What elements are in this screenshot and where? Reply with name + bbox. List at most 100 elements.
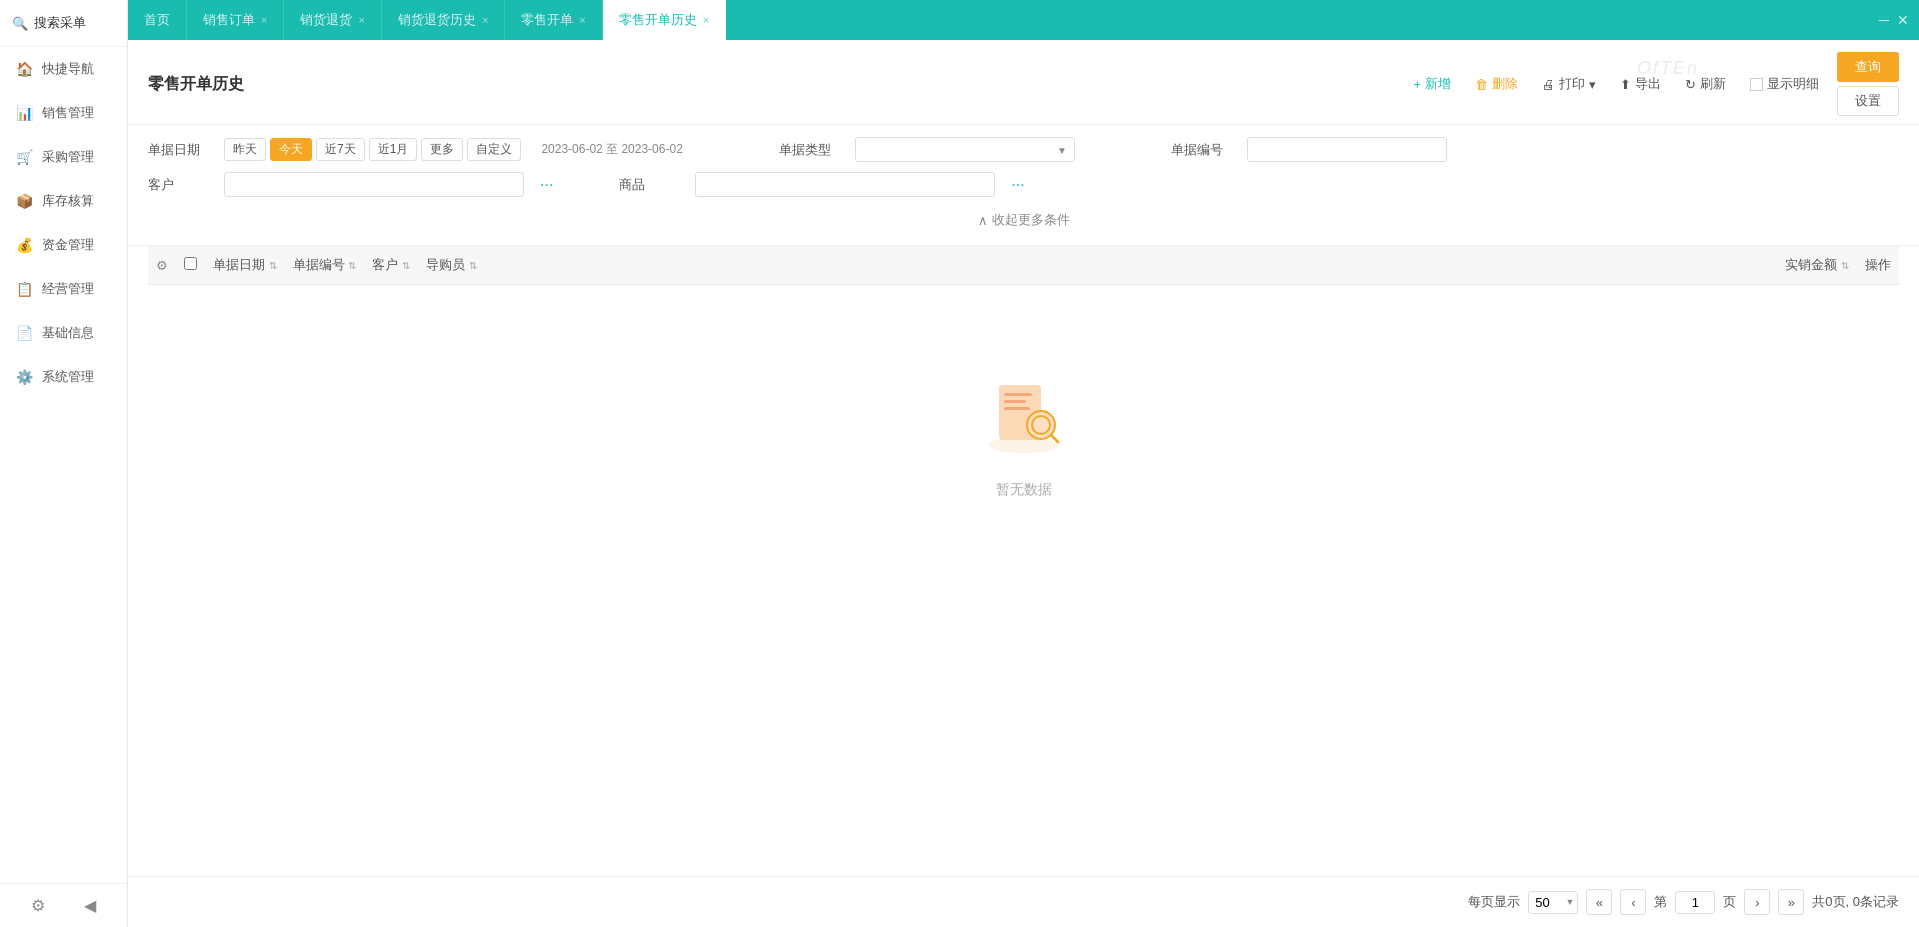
empty-state-icon bbox=[974, 365, 1074, 465]
sort-doc-no-icon[interactable]: ⇅ bbox=[348, 260, 356, 271]
display-label: 显示明细 bbox=[1767, 75, 1819, 93]
tab-retail-open-close[interactable]: × bbox=[579, 14, 585, 26]
date-btn-more[interactable]: 更多 bbox=[421, 138, 463, 161]
th-customer-label: 客户 bbox=[372, 257, 398, 272]
print-icon: 🖨 bbox=[1542, 77, 1555, 92]
tab-close-icon[interactable]: ✕ bbox=[1897, 12, 1909, 28]
th-spacer bbox=[485, 246, 1778, 285]
add-icon: + bbox=[1413, 77, 1421, 92]
main-area: 首页 销售订单 × 销货退货 × 销货退货历史 × 零售开单 × 零售开单历史 … bbox=[128, 0, 1919, 927]
export-label: 导出 bbox=[1635, 75, 1661, 93]
goods-input[interactable] bbox=[695, 172, 995, 197]
tab-retail-open-history-close[interactable]: × bbox=[703, 14, 709, 26]
pagination: 每页显示 10 20 50 100 « ‹ 第 1 页 › » 共0页, 0条记… bbox=[128, 876, 1919, 927]
tab-sales-return-history-close[interactable]: × bbox=[482, 14, 488, 26]
clipboard-icon: 📋 bbox=[14, 279, 34, 299]
settings-button[interactable]: ⚙ bbox=[31, 896, 45, 915]
date-btn-7days[interactable]: 近7天 bbox=[316, 138, 365, 161]
date-btn-today[interactable]: 今天 bbox=[270, 138, 312, 161]
doc-icon: 📄 bbox=[14, 323, 34, 343]
next-page-button[interactable]: › bbox=[1744, 889, 1770, 915]
sidebar-search[interactable]: 🔍 搜索采单 bbox=[0, 0, 127, 47]
tab-sales-order[interactable]: 销售订单 × bbox=[187, 0, 284, 40]
tab-bar: 首页 销售订单 × 销货退货 × 销货退货历史 × 零售开单 × 零售开单历史 … bbox=[128, 0, 1919, 40]
sidebar-item-finance[interactable]: 💰 资金管理 bbox=[0, 223, 127, 267]
th-salesperson-label: 导购员 bbox=[426, 257, 465, 272]
sidebar-item-inventory[interactable]: 📦 库存核算 bbox=[0, 179, 127, 223]
sidebar-item-label: 基础信息 bbox=[42, 324, 94, 342]
tab-minimize-icon[interactable]: ─ bbox=[1879, 12, 1889, 28]
query-button[interactable]: 查询 bbox=[1837, 52, 1899, 82]
goods-dots[interactable]: ··· bbox=[1011, 176, 1024, 194]
th-checkbox bbox=[176, 246, 205, 285]
collapse-sidebar-button[interactable]: ◀ bbox=[84, 896, 96, 915]
th-doc-no-label: 单据编号 bbox=[293, 257, 345, 272]
empty-state: 暂无数据 bbox=[148, 285, 1899, 579]
customer-input[interactable] bbox=[224, 172, 524, 197]
sidebar-item-sales-mgmt[interactable]: 📊 销售管理 bbox=[0, 91, 127, 135]
sidebar-item-purchase-mgmt[interactable]: 🛒 采购管理 bbox=[0, 135, 127, 179]
date-btn-custom[interactable]: 自定义 bbox=[467, 138, 521, 161]
th-salesperson: 导购员 ⇅ bbox=[418, 246, 485, 285]
sidebar-item-quick-nav[interactable]: 🏠 快捷导航 bbox=[0, 47, 127, 91]
tab-retail-open[interactable]: 零售开单 × bbox=[505, 0, 602, 40]
svg-rect-4 bbox=[1004, 407, 1030, 410]
table-settings-icon[interactable]: ⚙ bbox=[156, 258, 168, 273]
sidebar-item-sys-mgmt[interactable]: ⚙️ 系统管理 bbox=[0, 355, 127, 399]
sort-date-icon[interactable]: ⇅ bbox=[269, 260, 277, 271]
sidebar-item-operations[interactable]: 📋 经营管理 bbox=[0, 267, 127, 311]
doc-type-select[interactable] bbox=[855, 137, 1075, 162]
collapse-label: 收起更多条件 bbox=[992, 211, 1070, 229]
table-head: ⚙ 单据日期 ⇅ 单据编号 ⇅ bbox=[148, 246, 1899, 285]
th-action-label: 操作 bbox=[1865, 257, 1891, 272]
collapse-button[interactable]: ∧ 收起更多条件 bbox=[978, 207, 1070, 233]
display-toggle[interactable]: 显示明细 bbox=[1744, 71, 1825, 97]
th-action: 操作 bbox=[1857, 246, 1899, 285]
refresh-button[interactable]: ↻ 刷新 bbox=[1679, 71, 1732, 97]
date-btn-1month[interactable]: 近1月 bbox=[369, 138, 418, 161]
tab-home-label: 首页 bbox=[144, 11, 170, 29]
toolbar: + 新增 🗑 删除 🖨 打印 ▾ ⬆ 导出 ↻ 刷新 bbox=[1407, 52, 1899, 116]
tab-sales-return-history-label: 销货退货历史 bbox=[398, 11, 476, 29]
export-button[interactable]: ⬆ 导出 bbox=[1614, 71, 1667, 97]
last-page-button[interactable]: » bbox=[1778, 889, 1804, 915]
select-all-checkbox[interactable] bbox=[184, 257, 197, 270]
sort-customer-icon[interactable]: ⇅ bbox=[402, 260, 410, 271]
customer-dots[interactable]: ··· bbox=[540, 176, 553, 194]
th-amount: 实销金额 ⇅ bbox=[1777, 246, 1857, 285]
filter-row-2: 客户 ··· 商品 ··· bbox=[148, 172, 1899, 197]
tab-sales-order-close[interactable]: × bbox=[261, 14, 267, 26]
sort-amount-icon[interactable]: ⇅ bbox=[1841, 260, 1849, 271]
per-page-label: 每页显示 bbox=[1468, 893, 1520, 911]
th-settings: ⚙ bbox=[148, 246, 176, 285]
display-checkbox[interactable] bbox=[1750, 78, 1763, 91]
print-button[interactable]: 🖨 打印 ▾ bbox=[1536, 71, 1602, 97]
sidebar-item-base-info[interactable]: 📄 基础信息 bbox=[0, 311, 127, 355]
first-page-button[interactable]: « bbox=[1586, 889, 1612, 915]
th-date: 单据日期 ⇅ bbox=[205, 246, 285, 285]
content-area: 零售开单历史 + 新增 🗑 删除 🖨 打印 ▾ ⬆ 导出 bbox=[128, 40, 1919, 927]
filter-row-1: 单据日期 昨天 今天 近7天 近1月 更多 自定义 2023-06-02 至 2… bbox=[148, 137, 1899, 162]
per-page-select[interactable]: 10 20 50 100 bbox=[1528, 891, 1578, 914]
delete-button[interactable]: 🗑 删除 bbox=[1469, 71, 1524, 97]
settings-button-toolbar[interactable]: 设置 bbox=[1837, 86, 1899, 116]
tab-home[interactable]: 首页 bbox=[128, 0, 187, 40]
sidebar-item-label: 快捷导航 bbox=[42, 60, 94, 78]
date-btn-yesterday[interactable]: 昨天 bbox=[224, 138, 266, 161]
tab-retail-open-history[interactable]: 零售开单历史 × bbox=[603, 0, 726, 40]
tab-sales-return-history[interactable]: 销货退货历史 × bbox=[382, 0, 505, 40]
tab-sales-return-close[interactable]: × bbox=[358, 14, 364, 26]
table-header-row: ⚙ 单据日期 ⇅ 单据编号 ⇅ bbox=[148, 246, 1899, 285]
svg-rect-3 bbox=[1004, 400, 1026, 403]
doc-no-input[interactable] bbox=[1247, 137, 1447, 162]
customer-filter-label: 客户 bbox=[148, 176, 208, 194]
tab-sales-return-label: 销货退货 bbox=[300, 11, 352, 29]
tab-sales-return[interactable]: 销货退货 × bbox=[284, 0, 381, 40]
tab-bar-right: ─ ✕ bbox=[1879, 12, 1919, 28]
delete-label: 删除 bbox=[1492, 75, 1518, 93]
current-page-input[interactable]: 1 bbox=[1675, 891, 1715, 914]
add-button[interactable]: + 新增 bbox=[1407, 71, 1457, 97]
sidebar-item-label: 采购管理 bbox=[42, 148, 94, 166]
prev-page-button[interactable]: ‹ bbox=[1620, 889, 1646, 915]
sort-salesperson-icon[interactable]: ⇅ bbox=[469, 260, 477, 271]
